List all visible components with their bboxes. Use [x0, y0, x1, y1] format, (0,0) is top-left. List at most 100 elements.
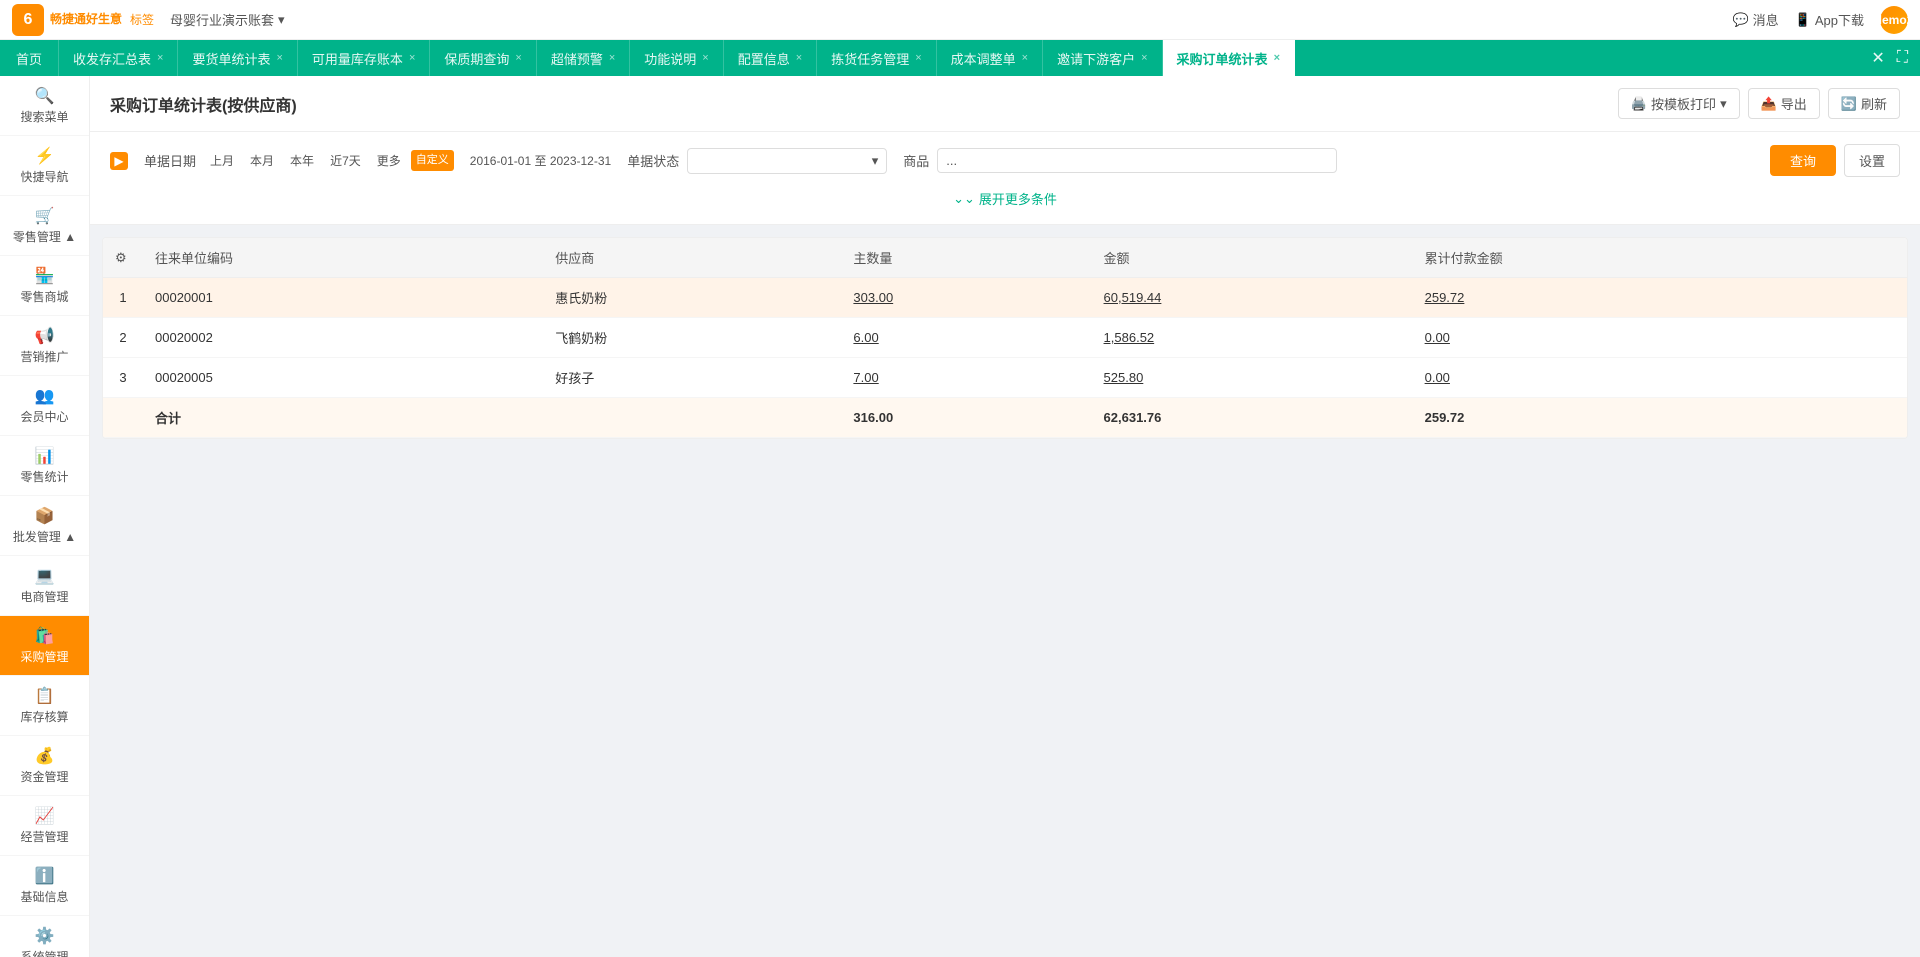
sidebar-item-purchase[interactable]: 🛍️ 采购管理: [0, 616, 89, 676]
system-icon: ⚙️: [6, 926, 83, 946]
row-paid[interactable]: 259.72: [1413, 278, 1813, 318]
print-dropdown-icon: ▾: [1720, 96, 1727, 112]
quicknav-icon: ⚡: [6, 146, 83, 166]
row-paid[interactable]: 0.00: [1413, 318, 1813, 358]
sidebar-item-wholesale[interactable]: 📦 批发管理 ▲: [0, 496, 89, 556]
app-download-button[interactable]: 📱 App下载: [1795, 10, 1864, 29]
tab-order-summary[interactable]: 要货单统计表 ×: [178, 40, 297, 76]
tab-close-icon[interactable]: ×: [609, 52, 615, 64]
avatar[interactable]: demo2: [1880, 6, 1908, 34]
tab-maximize-icon[interactable]: ⛶: [1893, 45, 1912, 71]
shortcut-last-month[interactable]: 上月: [204, 150, 240, 171]
sidebar-item-inventory[interactable]: 📋 库存核算: [0, 676, 89, 736]
tab-close-active-icon[interactable]: ×: [1274, 52, 1280, 64]
query-button[interactable]: 查询: [1770, 145, 1836, 176]
expand-more-button[interactable]: ⌄⌄ 展开更多条件: [945, 185, 1065, 212]
tab-close-icon[interactable]: ×: [702, 52, 708, 64]
table-row[interactable]: 2 00020002 飞鹤奶粉 6.00 1,586.52 0.00: [103, 318, 1907, 358]
shortcut-more[interactable]: 更多: [371, 150, 407, 171]
row-amount[interactable]: 1,586.52: [1092, 318, 1413, 358]
table-col-paid: 累计付款金额: [1413, 238, 1813, 278]
tab-close-icon[interactable]: ×: [276, 52, 282, 64]
tab-purchase-summary[interactable]: 采购订单统计表 ×: [1163, 40, 1295, 76]
tab-function-desc[interactable]: 功能说明 ×: [630, 40, 723, 76]
table-row[interactable]: 1 00020001 惠氏奶粉 303.00 60,519.44 259.72: [103, 278, 1907, 318]
tab-inventory-ledger[interactable]: 可用量库存账本 ×: [298, 40, 430, 76]
date-filter-label: 单据日期: [144, 151, 196, 170]
table-col-amount: 金额: [1092, 238, 1413, 278]
tab-picking-tasks[interactable]: 拣货任务管理 ×: [817, 40, 936, 76]
status-select[interactable]: ▾: [687, 148, 887, 174]
sidebar-item-search[interactable]: 🔍 搜索菜单: [0, 76, 89, 136]
sidebar-label: 库存核算: [20, 710, 68, 724]
row-amount[interactable]: 525.80: [1092, 358, 1413, 398]
logo-icon: 6: [12, 4, 44, 36]
refresh-button[interactable]: 🔄 刷新: [1828, 88, 1900, 119]
goods-input[interactable]: ...: [937, 148, 1337, 173]
sidebar-item-retail[interactable]: 🛒 零售管理 ▲: [0, 196, 89, 256]
footer-amount: 62,631.76: [1092, 398, 1413, 438]
sidebar-item-ecommerce[interactable]: 💻 电商管理: [0, 556, 89, 616]
tab-overstock-warning[interactable]: 超储预警 ×: [537, 40, 630, 76]
tab-close-icon[interactable]: ×: [1141, 52, 1147, 64]
filter-collapse-arrow[interactable]: ▶: [110, 152, 128, 170]
sidebar-label: 零售管理: [13, 230, 61, 244]
sidebar-item-basic-info[interactable]: ℹ️ 基础信息: [0, 856, 89, 916]
retail-icon: 🛒: [6, 206, 83, 226]
tab-close-icon[interactable]: ×: [157, 52, 163, 64]
shortcut-this-year[interactable]: 本年: [284, 150, 320, 171]
row-amount[interactable]: 60,519.44: [1092, 278, 1413, 318]
tab-label: 采购订单统计表: [1177, 49, 1268, 68]
tab-close-icon[interactable]: ×: [409, 52, 415, 64]
tab-home[interactable]: 首页: [0, 40, 59, 76]
tab-warranty-query[interactable]: 保质期查询 ×: [430, 40, 536, 76]
tab-label: 保质期查询: [444, 49, 509, 68]
row-quantity[interactable]: 6.00: [841, 318, 1091, 358]
account-dropdown[interactable]: 母婴行业演示账套 ▾: [162, 10, 293, 29]
row-supplier: 飞鹤奶粉: [543, 318, 841, 358]
sidebar-item-system[interactable]: ⚙️ 系统管理: [0, 916, 89, 957]
tab-close-icon[interactable]: ×: [1022, 52, 1028, 64]
tab-close-icon[interactable]: ×: [515, 52, 521, 64]
inventory-icon: 📋: [6, 686, 83, 706]
footer-label: 合计: [143, 398, 543, 438]
shortcut-7days[interactable]: 近7天: [324, 150, 367, 171]
tab-close-all-icon[interactable]: ✕: [1867, 44, 1888, 72]
info-icon: ℹ️: [6, 866, 83, 886]
page-title: 采购订单统计表(按供应商): [110, 92, 297, 116]
tab-receive-summary[interactable]: 收发存汇总表 ×: [59, 40, 178, 76]
row-quantity[interactable]: 303.00: [841, 278, 1091, 318]
table-col-settings: ⚙: [103, 238, 143, 278]
top-bar-right: 💬 消息 📱 App下载 demo2: [1732, 6, 1908, 34]
print-button[interactable]: 🖨️ 按模板打印 ▾: [1618, 88, 1740, 119]
expand-icon: ▲: [64, 530, 76, 544]
sidebar-item-marketing[interactable]: 📢 营销推广: [0, 316, 89, 376]
sidebar-label: 资金管理: [20, 770, 68, 784]
tab-close-icon[interactable]: ×: [796, 52, 802, 64]
tab-label: 要货单统计表: [192, 49, 270, 68]
row-code: 00020001: [143, 278, 543, 318]
footer-extra: [1813, 398, 1907, 438]
sidebar-item-members[interactable]: 👥 会员中心: [0, 376, 89, 436]
settings-button[interactable]: 设置: [1844, 144, 1900, 177]
tab-config-info[interactable]: 配置信息 ×: [724, 40, 817, 76]
sidebar-item-operations[interactable]: 📈 经营管理: [0, 796, 89, 856]
filter-row: ▶ 单据日期 上月 本月 本年 近7天 更多 自定义 2016-01-01 至 …: [110, 144, 1900, 177]
expand-icon: ▲: [64, 230, 76, 244]
sidebar-item-quicknav[interactable]: ⚡ 快捷导航: [0, 136, 89, 196]
sidebar-item-retail-stats[interactable]: 📊 零售统计: [0, 436, 89, 496]
operations-icon: 📈: [6, 806, 83, 826]
tab-cost-adjust[interactable]: 成本调整单 ×: [937, 40, 1043, 76]
row-quantity[interactable]: 7.00: [841, 358, 1091, 398]
app-download-label: App下载: [1815, 10, 1864, 29]
sidebar-item-finance[interactable]: 💰 资金管理: [0, 736, 89, 796]
sidebar-item-retail-mall[interactable]: 🏪 零售商城: [0, 256, 89, 316]
table-row[interactable]: 3 00020005 好孩子 7.00 525.80 0.00: [103, 358, 1907, 398]
export-button[interactable]: 📤 导出: [1748, 88, 1820, 119]
tab-close-icon[interactable]: ×: [915, 52, 921, 64]
row-paid[interactable]: 0.00: [1413, 358, 1813, 398]
tab-invite-downstream[interactable]: 邀请下游客户 ×: [1043, 40, 1162, 76]
shortcut-this-month[interactable]: 本月: [244, 150, 280, 171]
message-button[interactable]: 💬 消息: [1732, 10, 1778, 29]
page-actions: 🖨️ 按模板打印 ▾ 📤 导出 🔄 刷新: [1618, 88, 1900, 119]
